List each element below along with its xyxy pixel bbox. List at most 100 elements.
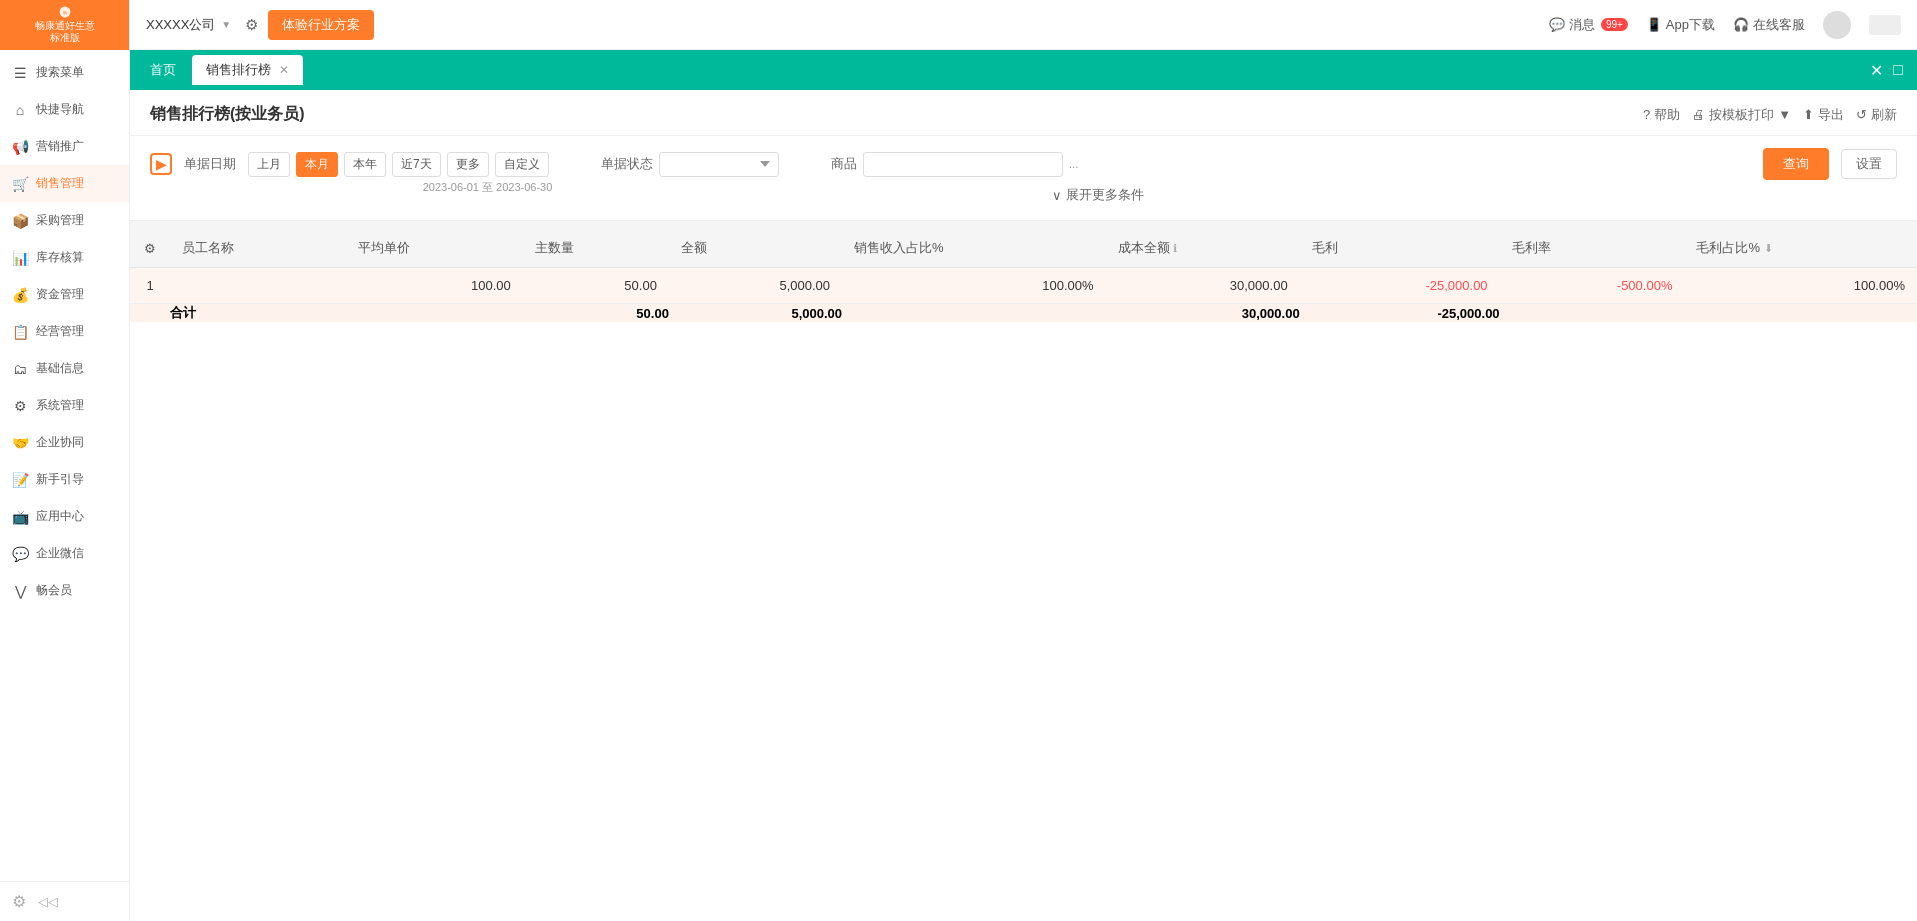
settings-icon[interactable]: ⚙ bbox=[12, 892, 26, 911]
sidebar-item-guide[interactable]: 📝新手引导 bbox=[0, 461, 129, 498]
cell-employee bbox=[170, 268, 346, 304]
sidebar-item-wechat[interactable]: 💬企业微信 bbox=[0, 535, 129, 572]
footer-main-qty: 50.00 bbox=[523, 304, 669, 323]
sidebar-menu: ☰搜索菜单⌂快捷导航📢营销推广 🛒 销售管理 📦采购管理 📊 库存核算 💰资金管理📋经营管理… bbox=[0, 50, 129, 881]
col-cost: 成本全额 ℹ bbox=[1106, 229, 1300, 268]
sidebar-item-app-center[interactable]: 📺 应用中心 bbox=[0, 498, 129, 535]
page-title-row: 销售排行榜(按业务员) ? 帮助 🖨 按模板打印 ▼ ⬆ 导出 bbox=[150, 104, 1897, 135]
footer-cost: 30,000.00 bbox=[1106, 304, 1300, 323]
sidebar-item-quick-nav[interactable]: ⌂快捷导航 bbox=[0, 91, 129, 128]
sidebar-item-operations[interactable]: 📋经营管理 bbox=[0, 313, 129, 350]
sidebar-label-marketing: 营销推广 bbox=[36, 138, 84, 155]
tab-home[interactable]: 首页 bbox=[134, 53, 192, 87]
sidebar-label-basic-info: 基础信息 bbox=[36, 360, 84, 377]
cell-main-qty: 50.00 bbox=[523, 268, 669, 304]
company-selector[interactable]: XXXXX公司 ▼ bbox=[146, 16, 231, 34]
logo-text: 畅康通好生意 标准版 bbox=[35, 20, 95, 44]
goods-input[interactable] bbox=[863, 152, 1063, 177]
trial-button[interactable]: 体验行业方案 bbox=[268, 10, 374, 40]
headset-icon: 🎧 bbox=[1733, 17, 1749, 32]
sidebar-item-enterprise[interactable]: 🤝企业协同 bbox=[0, 424, 129, 461]
sidebar-icon-app-center: 📺 bbox=[12, 509, 28, 525]
sidebar-icon-member: ⋁ bbox=[12, 583, 28, 599]
sidebar-item-sales[interactable]: 🛒 销售管理 bbox=[0, 165, 129, 202]
status-select[interactable] bbox=[659, 152, 779, 177]
sidebar-item-system[interactable]: ⚙系统管理 bbox=[0, 387, 129, 424]
date-more[interactable]: 更多 bbox=[447, 152, 489, 177]
col-settings[interactable]: ⚙ bbox=[130, 229, 170, 268]
cell-gross-ratio: 100.00% bbox=[1684, 268, 1917, 304]
page-title: 销售排行榜(按业务员) bbox=[150, 104, 305, 125]
online-support-button[interactable]: 🎧 在线客服 bbox=[1733, 16, 1805, 34]
sidebar-icon-sales: 🛒 bbox=[12, 176, 28, 192]
filter-expand-arrow[interactable]: ▶ bbox=[150, 153, 172, 175]
help-icon: ? bbox=[1643, 107, 1650, 122]
tab-close-icon[interactable]: ✕ bbox=[279, 63, 289, 77]
sidebar-item-basic-info[interactable]: 🗂 基础信息 bbox=[0, 350, 129, 387]
sidebar-icon-enterprise: 🤝 bbox=[12, 435, 28, 451]
tabbar-right: ✕ □ bbox=[1870, 61, 1913, 80]
sidebar: 畅 畅康通好生意 标准版 ☰搜索菜单⌂快捷导航📢营销推广 🛒 销售管理 📦采购管理 📊 库… bbox=[0, 0, 130, 921]
date-current-year[interactable]: 本年 bbox=[344, 152, 386, 177]
footer-amount: 5,000.00 bbox=[669, 304, 842, 323]
message-badge: 99+ bbox=[1601, 18, 1628, 31]
export-icon: ⬆ bbox=[1803, 107, 1814, 122]
date-current-month[interactable]: 本月 bbox=[296, 152, 338, 177]
collapse-icon[interactable]: ◁◁ bbox=[38, 894, 58, 909]
sidebar-bottom: ⚙ ◁◁ bbox=[0, 881, 129, 921]
footer-empty1 bbox=[130, 304, 170, 323]
table-body: 1 100.00 50.00 5,000.00 100.00% 30,000.0… bbox=[130, 268, 1917, 304]
user-name-placeholder bbox=[1869, 15, 1901, 35]
sidebar-logo: 畅 畅康通好生意 标准版 bbox=[0, 0, 129, 50]
topbar-settings-icon[interactable]: ⚙ bbox=[245, 16, 258, 34]
page-header: 销售排行榜(按业务员) ? 帮助 🖨 按模板打印 ▼ ⬆ 导出 bbox=[130, 90, 1917, 136]
print-button[interactable]: 🖨 按模板打印 ▼ bbox=[1692, 106, 1791, 124]
sidebar-item-inventory[interactable]: 📊 库存核算 bbox=[0, 239, 129, 276]
avatar[interactable] bbox=[1823, 11, 1851, 39]
refresh-button[interactable]: ↺ 刷新 bbox=[1856, 106, 1897, 124]
col-gross-ratio: 毛利占比% ⬇ bbox=[1684, 229, 1917, 268]
col-amount: 全额 bbox=[669, 229, 842, 268]
date-filter: 上月 本月 本年 近7天 更多 自定义 bbox=[248, 152, 549, 177]
sidebar-icon-basic-info: 🗂 bbox=[12, 361, 28, 377]
table-container: ⚙ 员工名称 平均单价 主数量 全额 销售收入占比% 成本全额 ℹ 毛利 毛利率… bbox=[130, 229, 1917, 921]
message-button[interactable]: 💬 消息 99+ bbox=[1549, 16, 1628, 34]
sidebar-label-sales: 销售管理 bbox=[36, 175, 84, 192]
cell-sales-ratio: 100.00% bbox=[842, 268, 1106, 304]
expand-row: 2023-06-01 至 2023-06-30 ∨ 展开更多条件 bbox=[150, 180, 1897, 208]
query-button[interactable]: 查询 bbox=[1763, 148, 1829, 180]
cell-cost: 30,000.00 bbox=[1106, 268, 1300, 304]
sidebar-label-inventory: 库存核算 bbox=[36, 249, 84, 266]
print-dropdown-icon: ▼ bbox=[1778, 107, 1791, 122]
settings-button[interactable]: 设置 bbox=[1841, 149, 1897, 179]
window-maximize-icon[interactable]: □ bbox=[1893, 61, 1903, 79]
window-close-icon[interactable]: ✕ bbox=[1870, 61, 1883, 80]
footer-sales-ratio bbox=[842, 304, 1106, 323]
sidebar-label-finance: 资金管理 bbox=[36, 286, 84, 303]
footer-avg-price bbox=[346, 304, 522, 323]
expand-more-button[interactable]: ∨ 展开更多条件 bbox=[1052, 186, 1144, 204]
date-last-month[interactable]: 上月 bbox=[248, 152, 290, 177]
sidebar-icon-quick-nav: ⌂ bbox=[12, 102, 28, 118]
sidebar-item-marketing[interactable]: 📢营销推广 bbox=[0, 128, 129, 165]
export-button[interactable]: ⬆ 导出 bbox=[1803, 106, 1844, 124]
date-last-7-days[interactable]: 近7天 bbox=[392, 152, 441, 177]
goods-more-icon[interactable]: ... bbox=[1069, 157, 1079, 171]
sidebar-item-member[interactable]: ⋁畅会员 bbox=[0, 572, 129, 609]
sidebar-item-search[interactable]: ☰搜索菜单 bbox=[0, 54, 129, 91]
print-icon: 🖨 bbox=[1692, 107, 1705, 122]
chevron-down-icon: ▼ bbox=[221, 19, 231, 30]
sidebar-item-purchase[interactable]: 📦采购管理 bbox=[0, 202, 129, 239]
tab-sales-ranking[interactable]: 销售排行榜 ✕ bbox=[192, 55, 303, 85]
sidebar-icon-purchase: 📦 bbox=[12, 213, 28, 229]
col-employee: 员工名称 bbox=[170, 229, 346, 268]
sidebar-label-app-center: 应用中心 bbox=[36, 508, 84, 525]
col-main-qty: 主数量 bbox=[523, 229, 669, 268]
date-custom[interactable]: 自定义 bbox=[495, 152, 549, 177]
help-button[interactable]: ? 帮助 bbox=[1643, 106, 1680, 124]
sidebar-icon-inventory: 📊 bbox=[12, 250, 28, 266]
sidebar-item-finance[interactable]: 💰资金管理 bbox=[0, 276, 129, 313]
tabbar: 首页 销售排行榜 ✕ ✕ □ bbox=[130, 50, 1917, 90]
app-download-button[interactable]: 📱 App下载 bbox=[1646, 16, 1715, 34]
col-avg-price: 平均单价 bbox=[346, 229, 522, 268]
